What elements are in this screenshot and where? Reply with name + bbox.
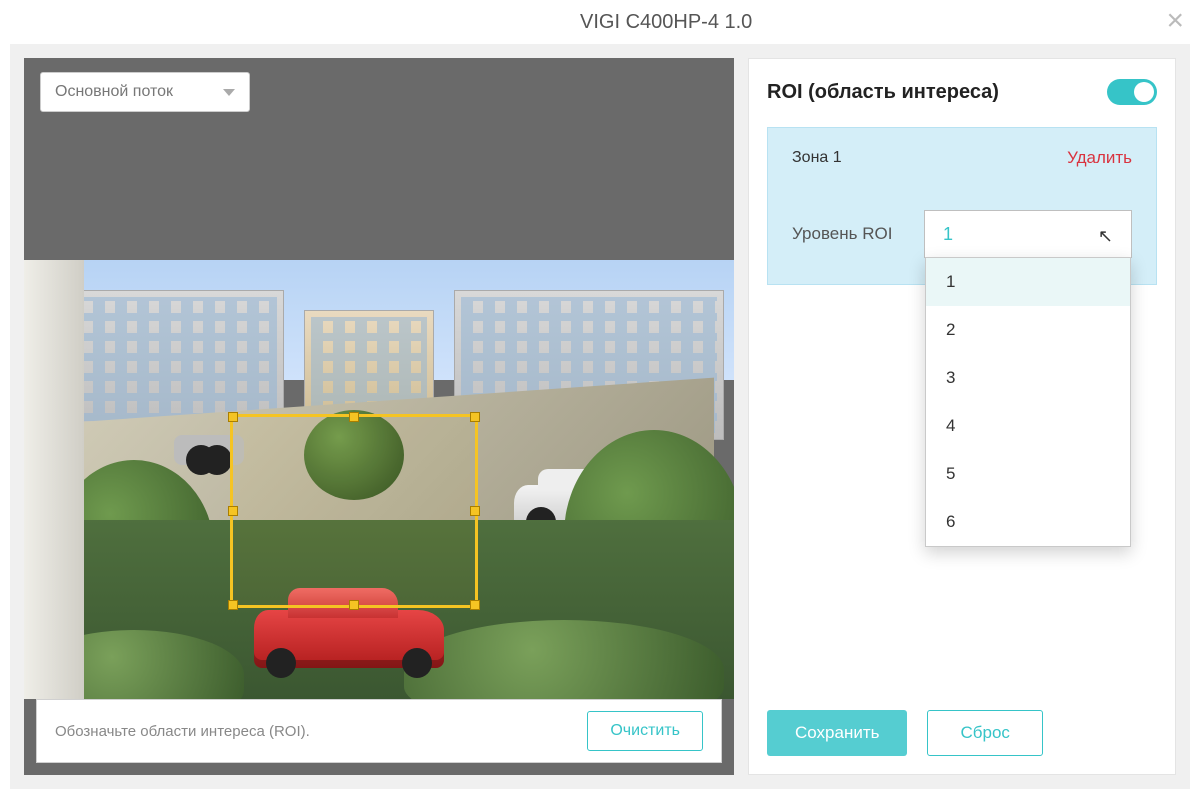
stream-select[interactable]: Основной поток bbox=[40, 72, 250, 112]
cursor-icon: ↖ bbox=[1098, 226, 1113, 247]
roi-handle[interactable] bbox=[349, 412, 359, 422]
zone-card: Зона 1 Удалить Уровень ROI 1 ↖ 1 2 3 4 5… bbox=[767, 127, 1157, 285]
stream-select-label: Основной поток bbox=[55, 83, 173, 101]
roi-level-option[interactable]: 3 bbox=[926, 354, 1130, 402]
zone-name: Зона 1 bbox=[792, 149, 842, 167]
roi-handle[interactable] bbox=[349, 600, 359, 610]
toggle-knob bbox=[1134, 82, 1154, 102]
settings-title: ROI (область интереса) bbox=[767, 81, 999, 104]
roi-level-dropdown: 1 2 3 4 5 6 bbox=[925, 257, 1131, 547]
roi-handle[interactable] bbox=[228, 506, 238, 516]
close-icon[interactable]: × bbox=[1166, 6, 1184, 36]
chevron-down-icon bbox=[223, 89, 235, 96]
roi-handle[interactable] bbox=[470, 506, 480, 516]
video-panel: Основной поток bbox=[24, 58, 734, 775]
settings-header: ROI (область интереса) bbox=[767, 79, 1157, 105]
roi-handle[interactable] bbox=[470, 412, 480, 422]
settings-panel: ROI (область интереса) Зона 1 Удалить Ур… bbox=[748, 58, 1176, 775]
video-preview[interactable] bbox=[24, 260, 734, 699]
hint-text: Обозначьте области интереса (ROI). bbox=[55, 723, 310, 740]
roi-level-value: 1 bbox=[943, 224, 953, 245]
roi-level-option[interactable]: 4 bbox=[926, 402, 1130, 450]
roi-handle[interactable] bbox=[228, 412, 238, 422]
footer-buttons: Сохранить Сброс bbox=[767, 710, 1157, 756]
window-title: VIGI C400HP-4 1.0 bbox=[580, 11, 980, 34]
reset-button[interactable]: Сброс bbox=[927, 710, 1042, 756]
roi-level-option[interactable]: 2 bbox=[926, 306, 1130, 354]
roi-level-option[interactable]: 6 bbox=[926, 498, 1130, 546]
title-bar: VIGI C400HP-4 1.0 × bbox=[0, 0, 1200, 44]
workspace: Основной поток bbox=[10, 44, 1190, 789]
roi-handle[interactable] bbox=[228, 600, 238, 610]
hint-bar: Обозначьте области интереса (ROI). Очист… bbox=[36, 699, 722, 763]
roi-level-option[interactable]: 5 bbox=[926, 450, 1130, 498]
zone-delete-link[interactable]: Удалить bbox=[1067, 148, 1132, 168]
save-button[interactable]: Сохранить bbox=[767, 710, 907, 756]
roi-selection-box[interactable] bbox=[230, 414, 478, 608]
clear-button[interactable]: Очистить bbox=[587, 711, 703, 751]
roi-level-label: Уровень ROI bbox=[792, 224, 902, 244]
roi-level-option[interactable]: 1 bbox=[926, 258, 1130, 306]
roi-level-select[interactable]: 1 ↖ 1 2 3 4 5 6 bbox=[924, 210, 1132, 258]
roi-toggle[interactable] bbox=[1107, 79, 1157, 105]
roi-handle[interactable] bbox=[470, 600, 480, 610]
